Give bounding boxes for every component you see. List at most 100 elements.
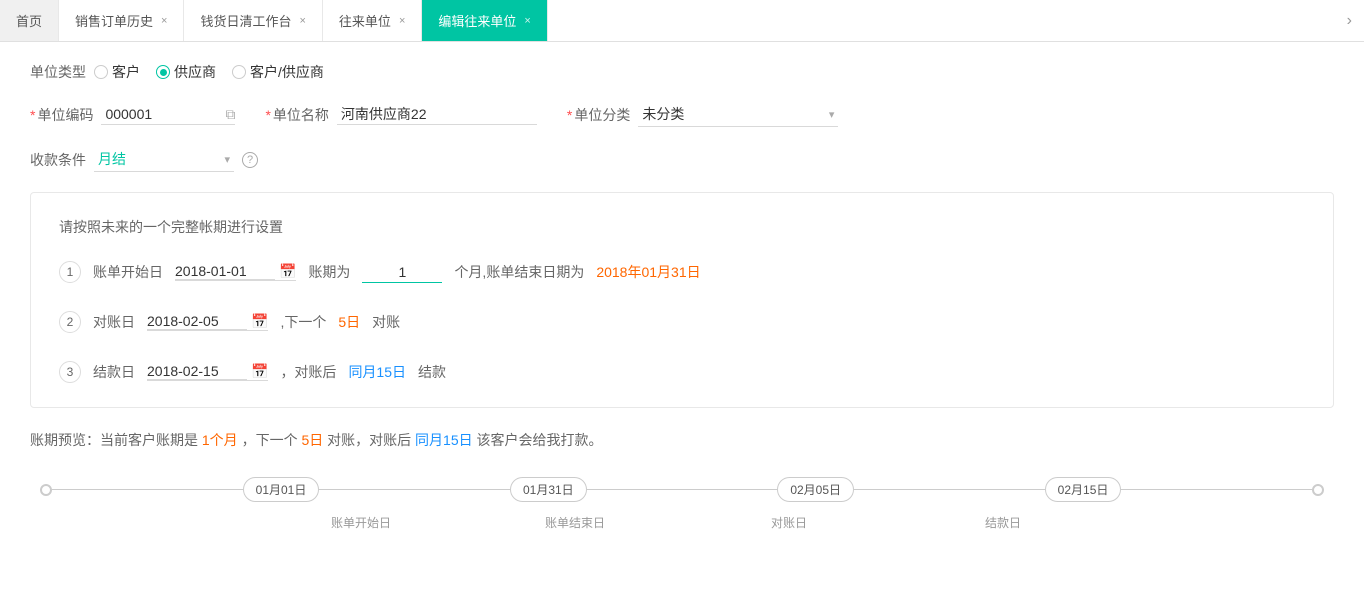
preview-section: 账期预览：当前客户账期是 1个月 ，下一个 5日 对账，对账后 同月15日 该客… xyxy=(30,428,1334,453)
step-1-date-wrapper: 📅 xyxy=(175,263,296,281)
unit-code-input[interactable] xyxy=(101,104,221,124)
radio-customer-label: 客户 xyxy=(112,62,140,82)
billing-period-card: 请按照未来的一个完整帐期进行设置 1 账单开始日 📅 账期为 个月,账单结束日期… xyxy=(30,192,1334,408)
radio-customer-supplier-label: 客户/供应商 xyxy=(250,62,324,82)
step-2-number: 2 xyxy=(59,311,81,333)
tab-bar: 首页 销售订单历史 × 钱货日清工作台 × 往来单位 × 编辑往来单位 × › xyxy=(0,0,1364,42)
unit-category-select[interactable]: 未分类 ▾ xyxy=(638,102,838,127)
main-content: 单位类型 客户 供应商 客户/供应商 *单位编码 xyxy=(0,42,1364,608)
tab-sales-order-history[interactable]: 销售订单历史 × xyxy=(59,0,184,41)
step-1-number: 1 xyxy=(59,261,81,283)
tab-cash-ledger-close[interactable]: × xyxy=(299,15,305,27)
step-3-label: 结款日 xyxy=(93,362,135,382)
tab-edit-partner-close[interactable]: × xyxy=(524,15,530,27)
tab-sales-order-history-label: 销售订单历史 xyxy=(75,11,153,30)
tl-node-1: 01月01日 xyxy=(243,477,320,502)
tl-line-1 xyxy=(52,489,243,491)
tl-line-4 xyxy=(854,489,1045,491)
payment-terms-arrow: ▾ xyxy=(224,153,230,166)
timeline-section: 01月01日 01月31日 02月05日 02月15日 账单开始日 xyxy=(30,477,1334,531)
tl-node-2: 01月31日 xyxy=(510,477,587,502)
payment-terms-help-icon[interactable]: ? xyxy=(242,152,258,168)
unit-name-input[interactable] xyxy=(337,104,537,125)
unit-type-label: 单位类型 xyxy=(30,62,86,82)
tab-partner-units[interactable]: 往来单位 × xyxy=(323,0,422,41)
tl-line-3 xyxy=(587,489,778,491)
radio-supplier-circle xyxy=(156,65,170,79)
step-1-end-date: 2018年01月31日 xyxy=(596,262,700,282)
tl-badge-2: 01月31日 xyxy=(510,477,587,502)
step-2-desc-suffix: 对账 xyxy=(372,312,400,332)
tab-sales-order-history-close[interactable]: × xyxy=(161,15,167,27)
tab-edit-partner[interactable]: 编辑往来单位 × xyxy=(422,0,547,41)
radio-customer[interactable]: 客户 xyxy=(94,62,140,82)
step-3-calendar-icon[interactable]: 📅 xyxy=(251,363,268,380)
step-1-period-unit: 个月,账单结束日期为 xyxy=(454,262,584,282)
step-2-desc-highlight: 5日 xyxy=(338,312,360,332)
radio-supplier-label: 供应商 xyxy=(174,62,216,82)
tab-cash-ledger[interactable]: 钱货日清工作台 × xyxy=(184,0,322,41)
tl-line-5 xyxy=(1121,489,1312,491)
tl-dot-end xyxy=(1312,484,1324,496)
step-3-row: 3 结款日 📅 ，对账后 同月15日 结款 xyxy=(59,361,1305,383)
unit-name-label: *单位名称 xyxy=(265,105,328,125)
tl-node-4: 02月15日 xyxy=(1045,477,1122,502)
payment-terms-row: 收款条件 月结 ▾ ? xyxy=(30,147,1334,172)
unit-code-input-wrapper: ⧉ xyxy=(101,104,235,125)
tl-label-3: 对账日 xyxy=(771,514,807,531)
preview-part5: 同月15日 xyxy=(415,432,473,448)
unit-name-item: *单位名称 xyxy=(265,104,536,125)
unit-code-copy-icon[interactable]: ⧉ xyxy=(225,106,235,123)
tl-label-1: 账单开始日 xyxy=(331,514,391,531)
tab-partner-units-label: 往来单位 xyxy=(339,11,391,30)
step-1-period-label: 账期为 xyxy=(308,262,350,282)
unit-info-row: *单位编码 ⧉ *单位名称 *单位分类 未分类 ▾ xyxy=(30,102,1334,127)
radio-customer-supplier-circle xyxy=(232,65,246,79)
payment-terms-value: 月结 xyxy=(98,149,220,169)
radio-customer-supplier[interactable]: 客户/供应商 xyxy=(232,62,324,82)
tab-home[interactable]: 首页 xyxy=(0,0,59,41)
radio-customer-circle xyxy=(94,65,108,79)
preview-part1: 1个月 xyxy=(202,432,238,448)
step-3-desc-highlight: 同月15日 xyxy=(348,362,406,382)
step-3-number: 3 xyxy=(59,361,81,383)
step-1-date-input[interactable] xyxy=(175,263,275,280)
unit-code-item: *单位编码 ⧉ xyxy=(30,104,235,125)
step-2-label: 对账日 xyxy=(93,312,135,332)
step-3-date-wrapper: 📅 xyxy=(147,363,268,381)
step-3-desc-prefix: ，对账后 xyxy=(280,362,336,382)
tl-badge-1: 01月01日 xyxy=(243,477,320,502)
unit-category-item: *单位分类 未分类 ▾ xyxy=(567,102,838,127)
payment-terms-label: 收款条件 xyxy=(30,150,86,170)
step-1-calendar-icon[interactable]: 📅 xyxy=(279,263,296,280)
unit-type-item: 单位类型 客户 供应商 客户/供应商 xyxy=(30,62,324,82)
step-2-date-input[interactable] xyxy=(147,313,247,330)
payment-terms-select[interactable]: 月结 ▾ xyxy=(94,147,234,172)
unit-category-arrow: ▾ xyxy=(829,108,835,121)
tab-home-label: 首页 xyxy=(16,11,42,30)
unit-category-label: *单位分类 xyxy=(567,105,630,125)
preview-label: 账期预览：当前客户账期是 xyxy=(30,432,198,448)
step-3-date-input[interactable] xyxy=(147,363,247,380)
step-1-period-input[interactable] xyxy=(362,262,442,283)
timeline-row: 01月01日 01月31日 02月05日 02月15日 xyxy=(40,477,1324,502)
step-2-date-wrapper: 📅 xyxy=(147,313,268,331)
step-2-desc-prefix: ,下一个 xyxy=(280,312,326,332)
unit-category-value: 未分类 xyxy=(642,104,824,124)
step-1-label: 账单开始日 xyxy=(93,262,163,282)
step-2-calendar-icon[interactable]: 📅 xyxy=(251,313,268,330)
tl-badge-3: 02月05日 xyxy=(777,477,854,502)
payment-terms-item: 收款条件 月结 ▾ ? xyxy=(30,147,258,172)
step-3-desc-suffix: 结款 xyxy=(418,362,446,382)
tab-edit-partner-label: 编辑往来单位 xyxy=(438,11,516,30)
tl-badge-4: 02月15日 xyxy=(1045,477,1122,502)
step-2-row: 2 对账日 📅 ,下一个 5日 对账 xyxy=(59,311,1305,333)
tl-line-2 xyxy=(319,489,510,491)
tab-expand-button[interactable]: › xyxy=(1335,0,1364,41)
preview-part3: 5日 xyxy=(301,432,323,448)
radio-supplier[interactable]: 供应商 xyxy=(156,62,216,82)
unit-type-radio-group: 客户 供应商 客户/供应商 xyxy=(94,62,324,82)
preview-part4: 对账，对账后 xyxy=(327,432,411,448)
tab-partner-units-close[interactable]: × xyxy=(399,15,405,27)
unit-code-label: *单位编码 xyxy=(30,105,93,125)
